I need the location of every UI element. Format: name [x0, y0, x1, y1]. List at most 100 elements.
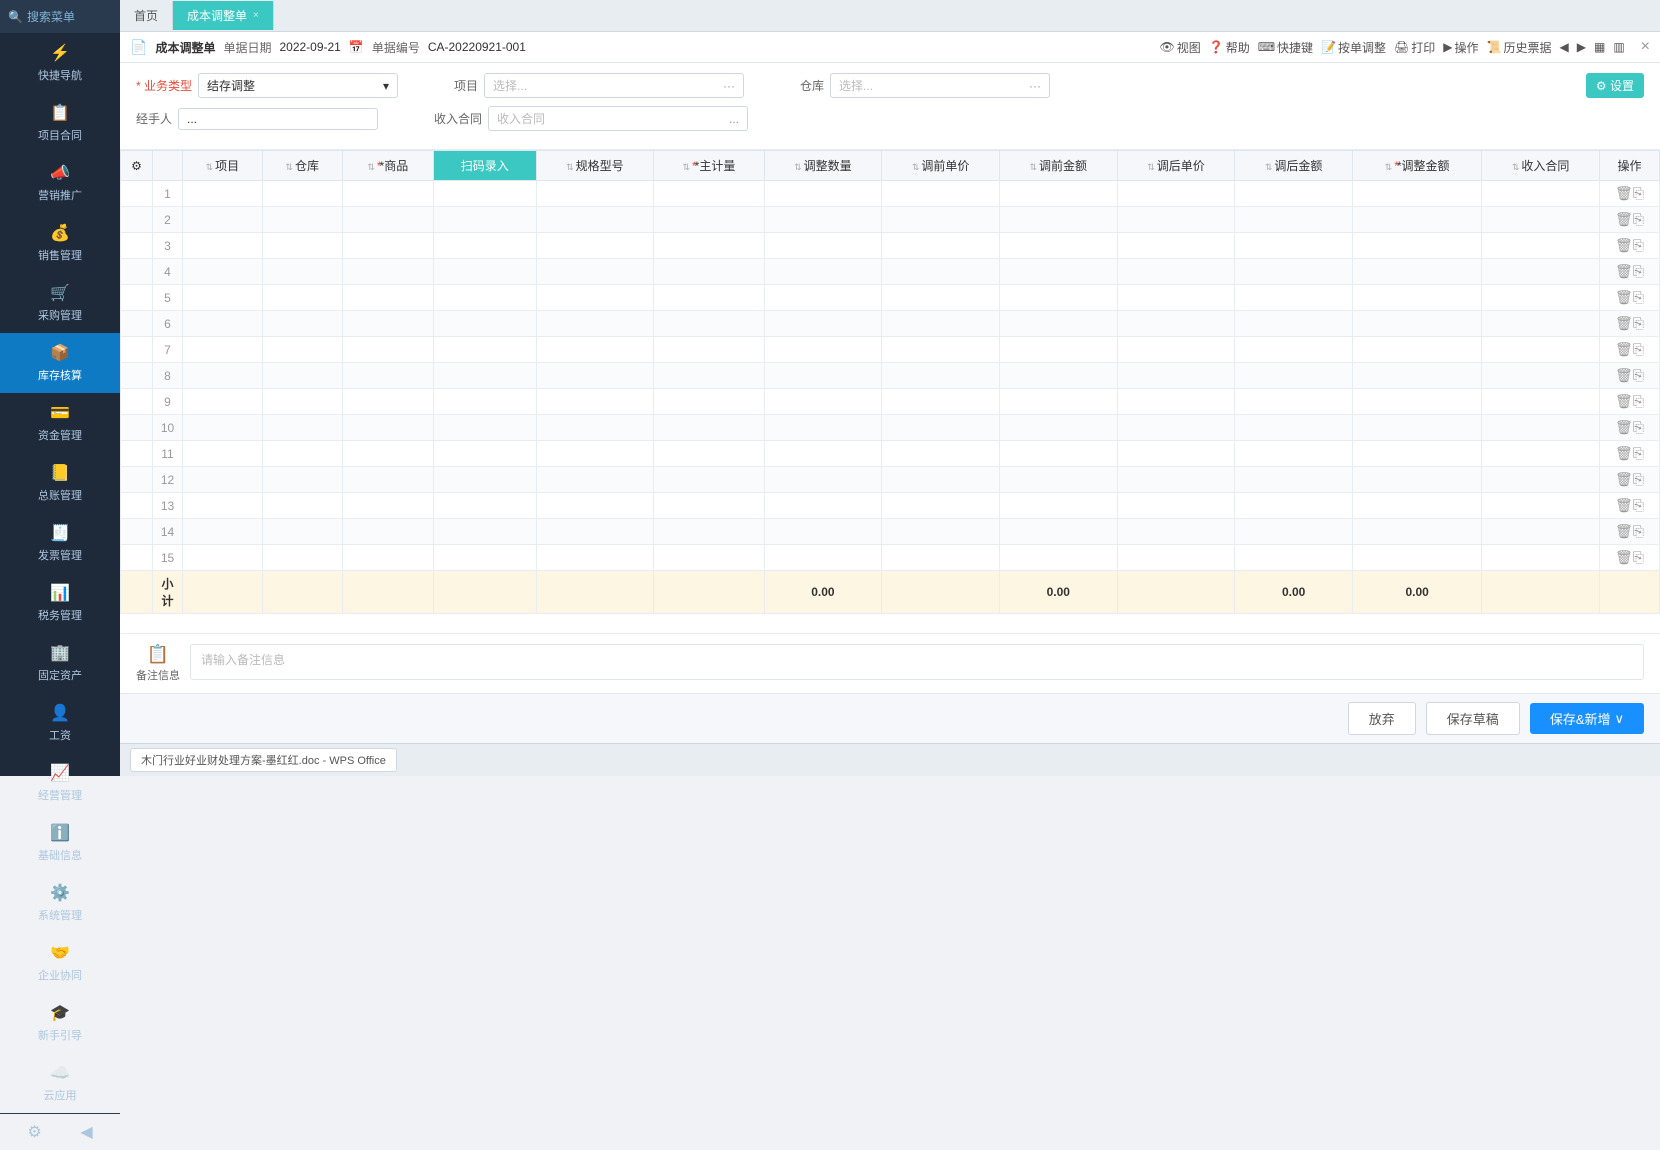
income-contract-input[interactable]: 收入合同 ... [488, 106, 748, 131]
row-delete-btn[interactable]: 🗑 [1615, 419, 1633, 436]
row-copy-btn[interactable]: ⎘ [1633, 341, 1644, 358]
col-spec[interactable]: ⇅规格型号 [536, 151, 654, 181]
row-copy-btn[interactable]: ⎘ [1633, 211, 1644, 228]
sidebar-item-label: 基础信息 [38, 847, 82, 863]
row-copy-btn[interactable]: ⎘ [1633, 497, 1644, 514]
row-delete-btn[interactable]: 🗑 [1615, 445, 1633, 462]
tab-home[interactable]: 首页 [120, 1, 173, 30]
row-delete-btn[interactable]: 🗑 [1615, 211, 1633, 228]
shortcut-btn[interactable]: ⌨ 快捷键 [1258, 39, 1313, 56]
sidebar-item-invoice[interactable]: 🧾 发票管理 [0, 513, 120, 573]
row-delete-btn[interactable]: 🗑 [1615, 315, 1633, 332]
sidebar-search[interactable]: 🔍 搜索菜单 [0, 0, 120, 33]
history-btn[interactable]: 📜 历史票据 [1487, 39, 1552, 56]
row-copy-btn[interactable]: ⎘ [1633, 523, 1644, 540]
row-copy-btn[interactable]: ⎘ [1633, 549, 1644, 566]
col-before-price[interactable]: ⇅调前单价 [882, 151, 1000, 181]
sidebar-item-guide[interactable]: 🎓 新手引导 [0, 993, 120, 1053]
batch-edit-btn[interactable]: 📝 按单调整 [1321, 39, 1386, 56]
tab-close-icon[interactable]: × [253, 10, 259, 21]
income-contract-field: 收入合同 收入合同 ... [434, 106, 748, 131]
sidebar-item-label: 新手引导 [38, 1027, 82, 1043]
save-new-button[interactable]: 保存&新增 ∨ [1530, 703, 1644, 734]
window-close-btn[interactable]: × [1641, 38, 1650, 56]
col-warehouse[interactable]: ⇅仓库 [262, 151, 342, 181]
row-delete-btn[interactable]: 🗑 [1615, 523, 1633, 540]
row-delete-btn[interactable]: 🗑 [1615, 471, 1633, 488]
tab-cost-adjust[interactable]: 成本调整单 × [173, 1, 274, 30]
row-copy-btn[interactable]: ⎘ [1633, 393, 1644, 410]
row-copy-btn[interactable]: ⎘ [1633, 315, 1644, 332]
col-unit[interactable]: ⇅**主计量 [654, 151, 764, 181]
tab-bar: 首页 成本调整单 × [120, 0, 1660, 32]
col-adjust-amount[interactable]: ⇅**调整金额 [1353, 151, 1482, 181]
sidebar-item-marketing[interactable]: 📣 营销推广 [0, 153, 120, 213]
col-settings[interactable]: ⚙ [121, 151, 153, 181]
row-copy-btn[interactable]: ⎘ [1633, 289, 1644, 306]
row-delete-btn[interactable]: 🗑 [1615, 185, 1633, 202]
row-copy-btn[interactable]: ⎘ [1633, 263, 1644, 280]
row-copy-btn[interactable]: ⎘ [1633, 367, 1644, 384]
row-delete-btn[interactable]: 🗑 [1615, 497, 1633, 514]
sidebar-item-ledger[interactable]: 📒 总账管理 [0, 453, 120, 513]
help-btn[interactable]: ❓ 帮助 [1209, 39, 1250, 56]
row-delete-btn[interactable]: 🗑 [1615, 393, 1633, 410]
col-scan[interactable]: 扫码录入 [433, 151, 536, 181]
sidebar-item-quick-nav[interactable]: ⚡ 快捷导航 [0, 33, 120, 93]
row-delete-btn[interactable]: 🗑 [1615, 549, 1633, 566]
row-delete-btn[interactable]: 🗑 [1615, 289, 1633, 306]
sidebar-item-project-contract[interactable]: 📋 项目合同 [0, 93, 120, 153]
sidebar-item-operations[interactable]: 📈 经营管理 [0, 753, 120, 813]
warehouse-input[interactable]: 选择... ··· [830, 73, 1050, 98]
nav-next-btn[interactable]: ▶ [1577, 40, 1586, 54]
discard-button[interactable]: 放弃 [1348, 702, 1416, 735]
col-project[interactable]: ⇅项目 [183, 151, 263, 181]
handler-input[interactable]: ... [178, 108, 378, 130]
row-delete-btn[interactable]: 🗑 [1615, 341, 1633, 358]
row-copy-btn[interactable]: ⎘ [1633, 185, 1644, 202]
sidebar-item-finance[interactable]: 💳 资金管理 [0, 393, 120, 453]
col-after-price[interactable]: ⇅调后单价 [1117, 151, 1235, 181]
layout1-btn[interactable]: ▦ [1594, 40, 1605, 54]
save-draft-button[interactable]: 保存草稿 [1426, 702, 1520, 735]
settings-button[interactable]: ⚙ 设置 [1586, 73, 1644, 98]
col-before-amount[interactable]: ⇅调前金额 [999, 151, 1117, 181]
sidebar-item-enterprise[interactable]: 🤝 企业协同 [0, 933, 120, 993]
col-product[interactable]: ⇅**商品 [342, 151, 433, 181]
col-action: 操作 [1600, 151, 1660, 181]
nav-prev-btn[interactable]: ◀ [1560, 40, 1569, 54]
row-copy-btn[interactable]: ⎘ [1633, 237, 1644, 254]
notes-input[interactable]: 请输入备注信息 [190, 644, 1644, 680]
row-delete-btn[interactable]: 🗑 [1615, 237, 1633, 254]
col-income-contract[interactable]: ⇅收入合同 [1482, 151, 1600, 181]
settings-gear-icon[interactable]: ⚙ [27, 1122, 41, 1142]
sidebar-item-payroll[interactable]: 👤 工资 [0, 693, 120, 753]
sidebar-item-system[interactable]: ⚙️ 系统管理 [0, 873, 120, 933]
sidebar-item-assets[interactable]: 🏢 固定资产 [0, 633, 120, 693]
row-delete-btn[interactable]: 🗑 [1615, 263, 1633, 280]
operation-btn[interactable]: ▶ 操作 [1443, 39, 1478, 56]
sidebar-item-basic-info[interactable]: ℹ️ 基础信息 [0, 813, 120, 873]
project-input[interactable]: 选择... ··· [484, 73, 744, 98]
taskbar-item[interactable]: 木门行业好业财处理方案-墨红红.doc - WPS Office [130, 748, 397, 772]
sidebar-item-cloud[interactable]: ☁️ 云应用 [0, 1053, 120, 1113]
col-after-amount[interactable]: ⇅调后金额 [1235, 151, 1353, 181]
row-copy-btn[interactable]: ⎘ [1633, 445, 1644, 462]
print-btn[interactable]: 🖨 打印 [1394, 39, 1435, 56]
layout2-btn[interactable]: ▥ [1613, 40, 1624, 54]
row-copy-btn[interactable]: ⎘ [1633, 471, 1644, 488]
view-btn[interactable]: 👁 视图 [1160, 39, 1201, 56]
sidebar-item-tax[interactable]: 📊 税务管理 [0, 573, 120, 633]
col-adjust-qty[interactable]: ⇅调整数量 [764, 151, 882, 181]
table-row: 12🗑⎘ [121, 467, 1660, 493]
row-delete-btn[interactable]: 🗑 [1615, 367, 1633, 384]
sidebar-item-purchase[interactable]: 🛒 采购管理 [0, 273, 120, 333]
table-row: 14🗑⎘ [121, 519, 1660, 545]
sidebar-item-inventory[interactable]: 📦 库存核算 [0, 333, 120, 393]
sidebar-item-sales[interactable]: 💰 销售管理 [0, 213, 120, 273]
row-copy-btn[interactable]: ⎘ [1633, 419, 1644, 436]
dropdown-arrow-icon: ▾ [383, 79, 389, 93]
sidebar-collapse-icon[interactable]: ◀ [80, 1122, 92, 1142]
project-placeholder: 选择... [493, 77, 527, 94]
business-type-select[interactable]: 结存调整 ▾ [198, 73, 398, 98]
